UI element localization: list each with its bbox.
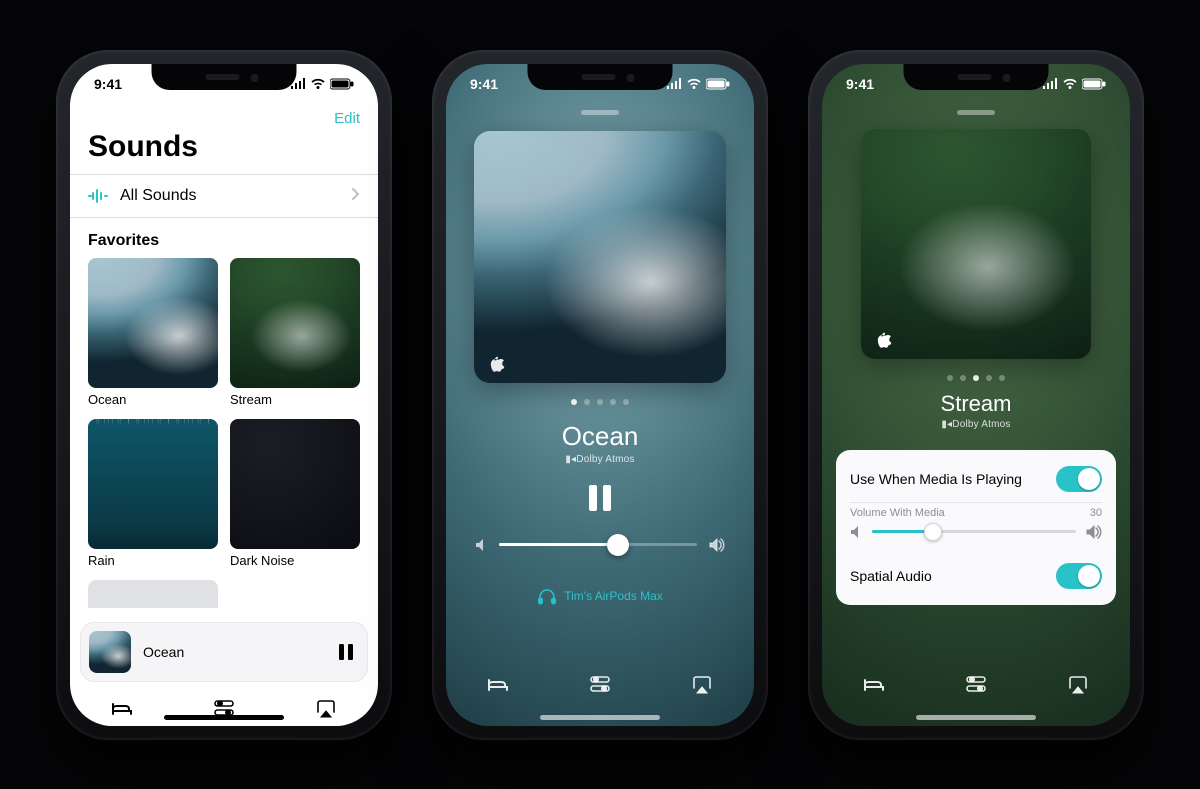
volume-with-media-label: Volume With Media: [850, 507, 945, 519]
tile-label: Dark Noise: [230, 553, 360, 568]
tab-airplay[interactable]: [1067, 674, 1089, 694]
favorites-header: Favorites: [70, 218, 378, 258]
headphones-icon: [537, 586, 557, 606]
home-indicator[interactable]: [916, 715, 1036, 720]
pause-button[interactable]: [589, 485, 611, 516]
now-playing-title: Ocean: [562, 421, 639, 452]
artwork-rain: [88, 419, 218, 549]
apple-logo-icon: [486, 353, 506, 373]
now-playing-title: Stream: [941, 391, 1012, 417]
tab-bar: [822, 658, 1130, 710]
spatial-audio-toggle[interactable]: [1056, 563, 1102, 589]
wifi-icon: [311, 78, 325, 89]
volume-thumb[interactable]: [924, 523, 942, 541]
sound-tile-rain[interactable]: Rain: [88, 419, 218, 568]
tab-airplay[interactable]: [691, 674, 713, 694]
soundwave-icon: [88, 189, 108, 203]
use-when-media-toggle[interactable]: [1056, 466, 1102, 492]
now-playing-artwork[interactable]: [474, 131, 726, 383]
tab-settings[interactable]: [966, 674, 986, 694]
volume-with-media-slider[interactable]: [836, 519, 1116, 553]
sheet-grabber[interactable]: [957, 110, 995, 115]
miniplayer-artwork: [89, 631, 131, 673]
tab-sleep[interactable]: [111, 698, 133, 718]
dolby-label: ▮◂Dolby Atmos: [565, 454, 634, 465]
artwork-dark-noise: [230, 419, 360, 549]
status-time: 9:41: [846, 76, 874, 92]
tile-label: Ocean: [88, 392, 218, 407]
phone-now-playing-stream: 9:41 Stream ▮◂Dolby Atmos Use When Media…: [808, 50, 1144, 740]
volume-low-icon: [475, 538, 487, 552]
phone-now-playing-ocean: 9:41 Ocean ▮◂Dolby Atmos: [432, 50, 768, 740]
page-title: Sounds: [70, 128, 378, 174]
status-time: 9:41: [470, 76, 498, 92]
notch: [904, 64, 1049, 90]
volume-low-icon: [850, 525, 862, 539]
home-indicator[interactable]: [540, 715, 660, 720]
volume-with-media-value: 30: [1090, 507, 1102, 519]
sheet-grabber[interactable]: [581, 110, 619, 115]
apple-logo-icon: [873, 329, 893, 349]
pause-icon[interactable]: [339, 644, 353, 660]
artwork-truncated: [88, 580, 218, 608]
use-when-media-label: Use When Media Is Playing: [850, 471, 1022, 487]
volume-high-icon: [1086, 525, 1102, 539]
phone-library: 9:41 Edit Sounds All Sounds Favorites Oc…: [56, 50, 392, 740]
battery-icon: [706, 78, 730, 90]
tab-settings[interactable]: [590, 674, 610, 694]
playback-settings-card: Use When Media Is Playing Volume With Me…: [836, 450, 1116, 605]
notch: [528, 64, 673, 90]
all-sounds-label: All Sounds: [120, 187, 197, 205]
now-playing-artwork[interactable]: [861, 129, 1091, 359]
tab-bar: [446, 658, 754, 710]
volume-high-icon: [709, 538, 725, 552]
artwork-stream: [230, 258, 360, 388]
battery-icon: [1082, 78, 1106, 90]
audio-route-label: Tim's AirPods Max: [564, 589, 663, 603]
sound-tile-truncated[interactable]: [88, 580, 218, 608]
tab-sleep[interactable]: [863, 674, 885, 694]
sound-tile-ocean[interactable]: Ocean: [88, 258, 218, 407]
tab-airplay[interactable]: [315, 698, 337, 718]
volume-thumb[interactable]: [607, 534, 629, 556]
tab-bar: [70, 690, 378, 726]
tile-label: Rain: [88, 553, 218, 568]
status-time: 9:41: [94, 76, 122, 92]
chevron-right-icon: [352, 188, 360, 200]
tile-label: Stream: [230, 392, 360, 407]
home-indicator[interactable]: [164, 715, 284, 720]
all-sounds-row[interactable]: All Sounds: [70, 174, 378, 218]
sound-tile-dark-noise[interactable]: Dark Noise: [230, 419, 360, 568]
audio-route-button[interactable]: Tim's AirPods Max: [537, 586, 663, 606]
miniplayer-title: Ocean: [143, 644, 327, 660]
miniplayer[interactable]: Ocean: [80, 622, 368, 682]
volume-slider[interactable]: [475, 538, 725, 552]
wifi-icon: [1063, 78, 1077, 89]
dolby-label: ▮◂Dolby Atmos: [941, 419, 1010, 430]
wifi-icon: [687, 78, 701, 89]
battery-icon: [330, 78, 354, 90]
page-dots[interactable]: [947, 375, 1005, 381]
edit-button[interactable]: Edit: [334, 110, 360, 127]
page-dots[interactable]: [571, 399, 629, 405]
artwork-ocean: [88, 258, 218, 388]
tab-sleep[interactable]: [487, 674, 509, 694]
sound-tile-stream[interactable]: Stream: [230, 258, 360, 407]
notch: [152, 64, 297, 90]
toggle-row-use-when-media: Use When Media Is Playing: [836, 456, 1116, 502]
spatial-audio-label: Spatial Audio: [850, 568, 932, 584]
toggle-row-spatial-audio: Spatial Audio: [836, 553, 1116, 599]
